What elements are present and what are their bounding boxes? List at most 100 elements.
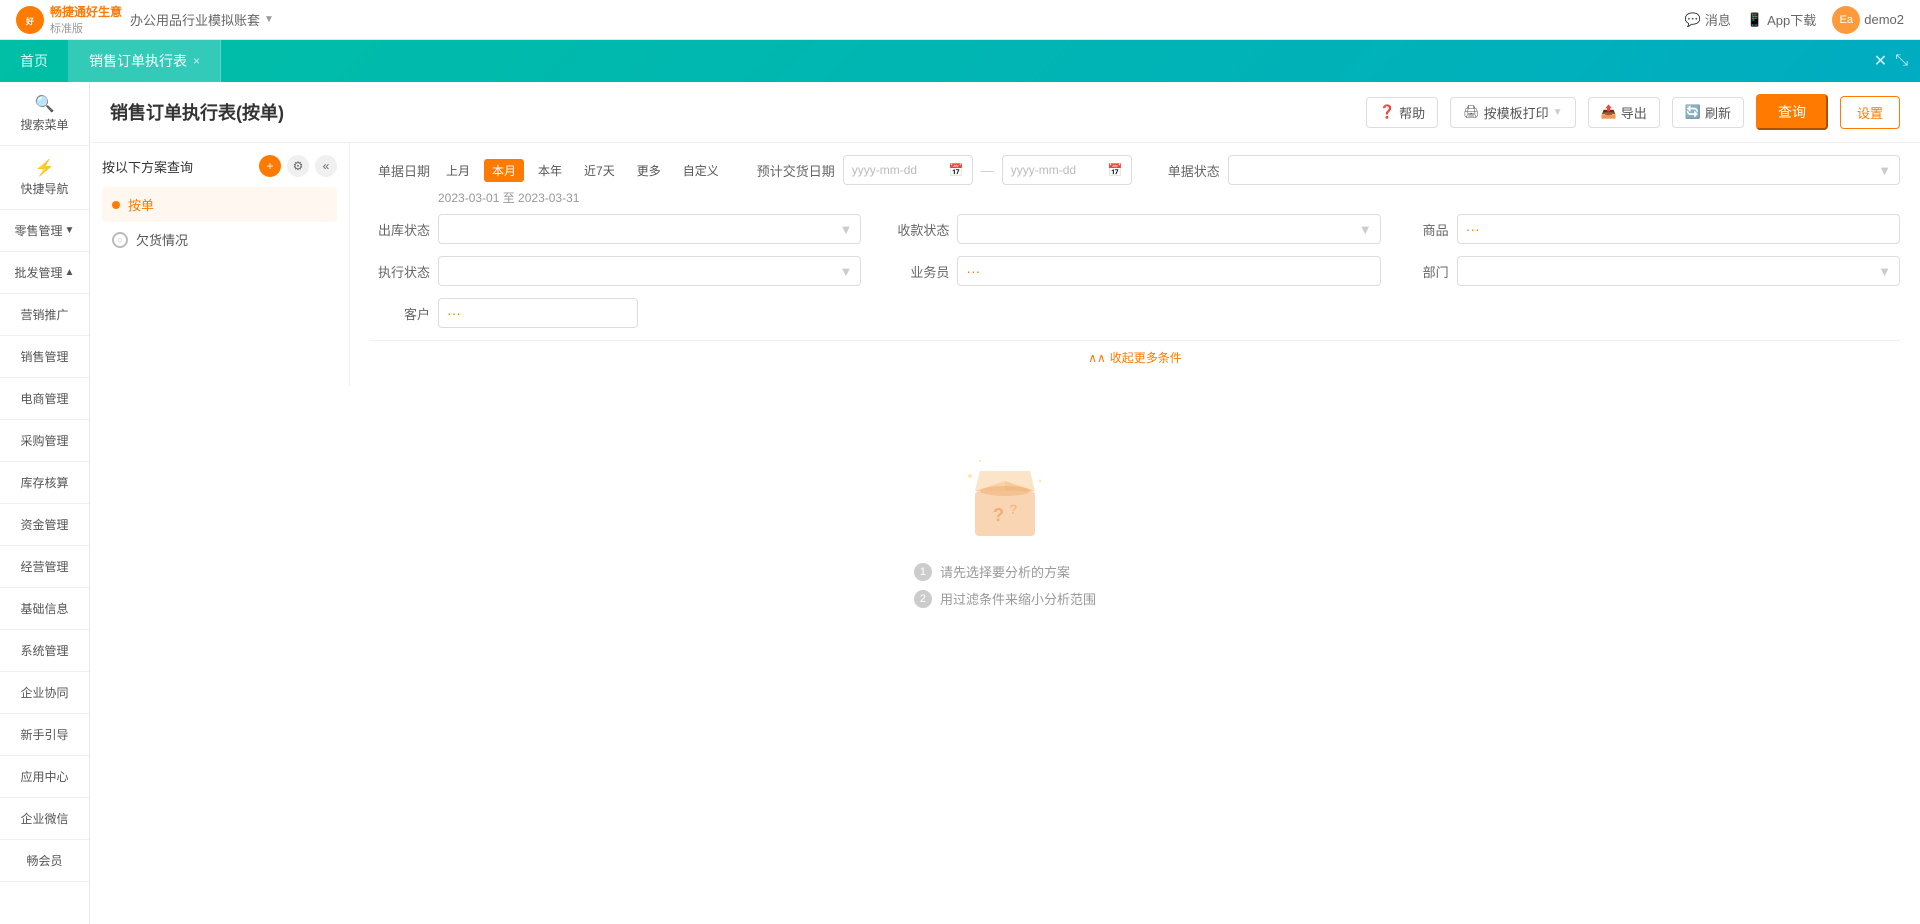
salesperson-select[interactable]: ··· <box>957 256 1380 286</box>
goods-select[interactable]: ··· <box>1457 214 1900 244</box>
user-avatar[interactable]: Ea demo2 <box>1832 6 1904 34</box>
salesperson-more-icon[interactable]: ··· <box>966 263 980 279</box>
filter-icons: + ⚙ « <box>259 155 337 177</box>
sidebar-item-purchase[interactable]: 采购管理 <box>0 420 89 462</box>
filter-panel-header: 按以下方案查询 + ⚙ « <box>102 155 337 177</box>
sidebar-item-member[interactable]: 畅会员 <box>0 840 89 882</box>
date-range-hint: 2023-03-01 至 2023-03-31 <box>370 189 1900 206</box>
logo-area: 好 畅捷通好生意 标准版 <box>16 3 122 36</box>
nav-tabs: 首页 销售订单执行表 × ✕ ⤡ <box>0 40 1920 82</box>
calendar-end-icon: 📅 <box>1108 163 1123 177</box>
sidebar-item-basic-info[interactable]: 基础信息 <box>0 588 89 630</box>
scheme-settings-button[interactable]: ⚙ <box>287 155 309 177</box>
receipt-status-select[interactable]: ▼ <box>957 214 1380 244</box>
query-button[interactable]: 查询 <box>1756 94 1828 130</box>
expected-date-end[interactable]: yyyy-mm-dd 📅 <box>1002 155 1132 185</box>
date-label: 单据日期 <box>370 161 430 180</box>
doc-status-col: 单据状态 ▼ <box>1160 155 1900 185</box>
content-area: 销售订单执行表(按单) ❓ 帮助 🖨 按模板打印 ▼ 📤 导出 <box>90 82 1920 924</box>
expected-date-end-placeholder: yyyy-mm-dd <box>1011 163 1076 177</box>
sidebar-item-inventory[interactable]: 库存核算 <box>0 462 89 504</box>
dept-select[interactable]: ▼ <box>1457 256 1900 286</box>
window-close-icon[interactable]: ✕ <box>1874 51 1887 71</box>
page-actions: ❓ 帮助 🖨 按模板打印 ▼ 📤 导出 🔄 刷新 <box>1366 94 1900 130</box>
sidebar-item-wholesale[interactable]: 批发管理 ▲ <box>0 252 89 294</box>
header-left: 好 畅捷通好生意 标准版 办公用品行业模拟账套 ▼ <box>16 3 274 36</box>
scheme-item-by-order[interactable]: 按单 <box>102 187 337 222</box>
tab-window-actions: ✕ ⤡ <box>1862 40 1920 82</box>
sidebar-item-sales[interactable]: 销售管理 <box>0 336 89 378</box>
goods-more-icon[interactable]: ··· <box>1466 221 1480 237</box>
app-download-button[interactable]: 📱 App下载 <box>1747 10 1816 29</box>
filter-row-4: 客户 ··· <box>370 298 1900 328</box>
print-dropdown-icon: ▼ <box>1553 107 1563 118</box>
add-scheme-button[interactable]: + <box>259 155 281 177</box>
exec-status-col: 执行状态 ▼ <box>370 256 861 286</box>
sidebar-item-finance[interactable]: 资金管理 <box>0 504 89 546</box>
date-filter-col: 单据日期 上月 本月 本年 近7天 更多 自定义 <box>370 159 727 182</box>
expected-date-start[interactable]: yyyy-mm-dd 📅 <box>843 155 973 185</box>
date-tab-current-year[interactable]: 本年 <box>530 159 570 182</box>
wholesale-arrow-icon: ▲ <box>65 267 75 278</box>
refresh-button[interactable]: 🔄 刷新 <box>1672 97 1744 128</box>
empty-tip-2: 2 用过滤条件来缩小分析范围 <box>914 589 1096 608</box>
date-tab-custom[interactable]: 自定义 <box>675 159 727 182</box>
svg-text:?: ? <box>1009 501 1018 517</box>
salesperson-label: 业务员 <box>889 262 949 281</box>
collapse-panel-button[interactable]: « <box>315 155 337 177</box>
collapse-more-button[interactable]: ∧∧ 收起更多条件 <box>370 340 1900 374</box>
sidebar-item-operations[interactable]: 经营管理 <box>0 546 89 588</box>
expected-date-start-placeholder: yyyy-mm-dd <box>852 163 917 177</box>
breadcrumb[interactable]: 办公用品行业模拟账套 ▼ <box>130 10 274 29</box>
sidebar-item-quicknav[interactable]: ⚡ 快捷导航 <box>0 146 89 210</box>
sidebar-item-marketing[interactable]: 营销推广 <box>0 294 89 336</box>
date-tab-7days[interactable]: 近7天 <box>576 159 623 182</box>
window-maximize-icon[interactable]: ⤡ <box>1895 52 1908 70</box>
scheme-item-shortage[interactable]: ○ 欠货情况 <box>102 222 337 257</box>
sidebar: 🔍 搜索菜单 ⚡ 快捷导航 零售管理 ▼ 批发管理 ▲ 营销推广 销售管理 电商… <box>0 82 90 924</box>
customer-select[interactable]: ··· <box>438 298 638 328</box>
tab-sales-order-label: 销售订单执行表 <box>89 51 187 71</box>
sidebar-item-weixin[interactable]: 企业微信 <box>0 798 89 840</box>
sidebar-item-system[interactable]: 系统管理 <box>0 630 89 672</box>
settings-button[interactable]: 设置 <box>1840 96 1900 129</box>
avatar-image: Ea <box>1832 6 1860 34</box>
empty-tips: 1 请先选择要分析的方案 2 用过滤条件来缩小分析范围 <box>914 562 1096 608</box>
print-icon: 🖨 <box>1463 104 1480 120</box>
sidebar-item-newbie[interactable]: 新手引导 <box>0 714 89 756</box>
exec-status-label: 执行状态 <box>370 262 430 281</box>
expected-delivery-col: 预计交货日期 yyyy-mm-dd 📅 — yyyy-mm-dd 📅 <box>755 155 1132 185</box>
filter-panel-title: 按以下方案查询 <box>102 157 193 176</box>
tab-close-icon[interactable]: × <box>193 54 200 68</box>
svg-text:好: 好 <box>25 16 34 26</box>
receipt-status-label: 收款状态 <box>889 220 949 239</box>
sidebar-item-apps[interactable]: 应用中心 <box>0 756 89 798</box>
exec-status-select[interactable]: ▼ <box>438 256 861 286</box>
logo-icon: 好 <box>16 6 44 34</box>
print-button[interactable]: 🖨 按模板打印 ▼ <box>1450 97 1575 128</box>
svg-text:?: ? <box>993 505 1004 525</box>
goods-col: 商品 ··· <box>1409 214 1900 244</box>
retail-arrow-icon: ▼ <box>65 225 75 236</box>
exec-status-arrow-icon: ▼ <box>839 264 852 279</box>
tab-sales-order[interactable]: 销售订单执行表 × <box>69 40 221 82</box>
sidebar-item-ecommerce[interactable]: 电商管理 <box>0 378 89 420</box>
doc-status-select[interactable]: ▼ <box>1228 155 1900 185</box>
date-tab-more[interactable]: 更多 <box>629 159 669 182</box>
delivery-status-select[interactable]: ▼ <box>438 214 861 244</box>
sidebar-item-search[interactable]: 🔍 搜索菜单 <box>0 82 89 146</box>
help-button[interactable]: ❓ 帮助 <box>1366 97 1438 128</box>
customer-more-icon[interactable]: ··· <box>447 305 461 321</box>
page-title: 销售订单执行表(按单) <box>110 99 284 125</box>
receipt-status-col: 收款状态 ▼ <box>889 214 1380 244</box>
export-button[interactable]: 📤 导出 <box>1588 97 1660 128</box>
help-icon: ❓ <box>1379 104 1395 120</box>
tab-home-label: 首页 <box>20 51 48 71</box>
date-tab-last-month[interactable]: 上月 <box>438 159 478 182</box>
date-tab-current-month[interactable]: 本月 <box>484 159 524 182</box>
sidebar-item-retail[interactable]: 零售管理 ▼ <box>0 210 89 252</box>
message-button[interactable]: 💬 消息 <box>1685 10 1731 29</box>
tip-num-1: 1 <box>914 563 932 581</box>
sidebar-item-enterprise[interactable]: 企业协同 <box>0 672 89 714</box>
tab-home[interactable]: 首页 <box>0 40 69 82</box>
